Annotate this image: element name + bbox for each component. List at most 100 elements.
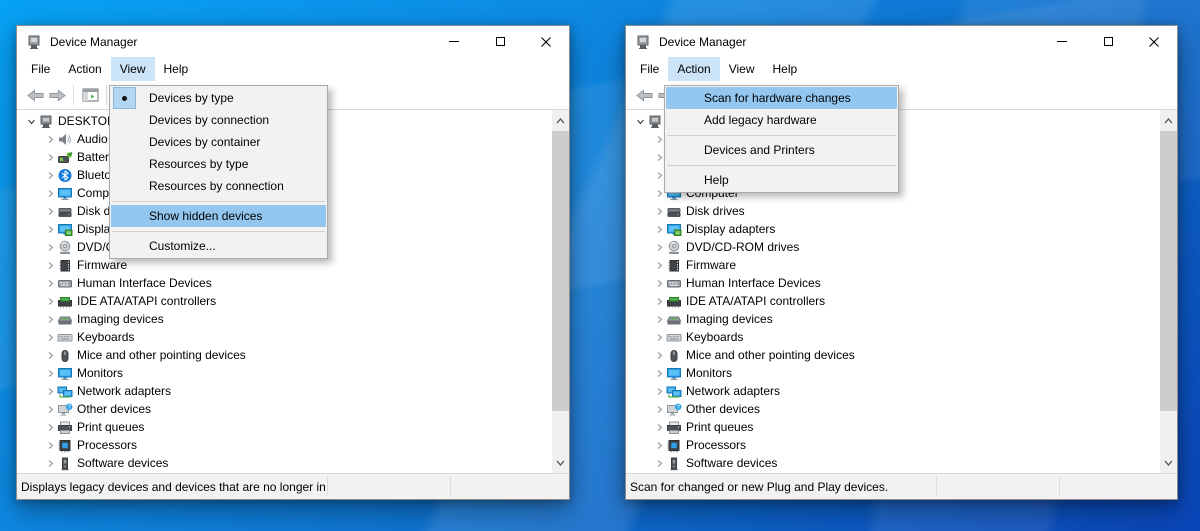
menu-item-scan-for-hardware-changes[interactable]: Scan for hardware changes: [666, 87, 897, 109]
tree-item-network-adapters[interactable]: Network adapters: [626, 382, 1177, 400]
tree-item-imaging-devices[interactable]: Imaging devices: [626, 310, 1177, 328]
tree-item-other-devices[interactable]: ?Other devices: [626, 400, 1177, 418]
vertical-scrollbar[interactable]: [1160, 110, 1177, 473]
chevron-right-icon[interactable]: [44, 367, 56, 379]
chevron-right-icon[interactable]: [653, 295, 665, 307]
chevron-right-icon[interactable]: [44, 259, 56, 271]
tree-item-monitors[interactable]: Monitors: [17, 364, 569, 382]
chevron-right-icon[interactable]: [653, 439, 665, 451]
menu-item-devices-and-printers[interactable]: Devices and Printers: [666, 139, 897, 161]
scroll-down-button[interactable]: [1160, 454, 1177, 471]
titlebar[interactable]: Device Manager: [17, 26, 569, 57]
chevron-right-icon[interactable]: [44, 295, 56, 307]
minimize-button[interactable]: [431, 26, 477, 57]
menu-item-customize[interactable]: Customize...: [111, 235, 326, 257]
menu-item-resources-by-connection[interactable]: Resources by connection: [111, 175, 326, 197]
tree-item-keyboards[interactable]: Keyboards: [17, 328, 569, 346]
menu-file[interactable]: File: [22, 57, 59, 81]
chevron-right-icon[interactable]: [44, 349, 56, 361]
tree-item-imaging-devices[interactable]: Imaging devices: [17, 310, 569, 328]
chevron-right-icon[interactable]: [653, 331, 665, 343]
chevron-down-icon[interactable]: [25, 115, 37, 127]
tree-item-software-devices[interactable]: Software devices: [17, 454, 569, 472]
chevron-right-icon[interactable]: [44, 187, 56, 199]
chevron-right-icon[interactable]: [653, 205, 665, 217]
tree-item-mice-and-other-pointing-devices[interactable]: Mice and other pointing devices: [626, 346, 1177, 364]
chevron-right-icon[interactable]: [44, 169, 56, 181]
close-button[interactable]: [1131, 26, 1177, 57]
chevron-right-icon[interactable]: [653, 241, 665, 253]
tree-item-dvd-cd-rom-drives[interactable]: DVD/CD-ROM drives: [626, 238, 1177, 256]
chevron-right-icon[interactable]: [44, 331, 56, 343]
chevron-right-icon[interactable]: [44, 421, 56, 433]
menu-item-show-hidden-devices[interactable]: Show hidden devices: [111, 205, 326, 227]
scrollbar-thumb[interactable]: [1160, 131, 1177, 411]
menu-item-devices-by-connection[interactable]: Devices by connection: [111, 109, 326, 131]
back-button[interactable]: [633, 84, 655, 106]
chevron-right-icon[interactable]: [44, 241, 56, 253]
minimize-button[interactable]: [1039, 26, 1085, 57]
menu-action[interactable]: Action: [668, 57, 719, 81]
scroll-up-button[interactable]: [552, 112, 569, 129]
tree-item-ide-ata-atapi-controllers[interactable]: IDE ATA/ATAPI controllers: [626, 292, 1177, 310]
chevron-right-icon[interactable]: [44, 457, 56, 469]
tree-item-display-adapters[interactable]: Display adapters: [626, 220, 1177, 238]
tree-item-other-devices[interactable]: ?Other devices: [17, 400, 569, 418]
chevron-right-icon[interactable]: [44, 403, 56, 415]
chevron-right-icon[interactable]: [653, 457, 665, 469]
menu-action[interactable]: Action: [59, 57, 110, 81]
tree-item-human-interface-devices[interactable]: Human Interface Devices: [17, 274, 569, 292]
menu-item-devices-by-type[interactable]: Devices by type: [111, 87, 326, 109]
tree-item-network-adapters[interactable]: Network adapters: [17, 382, 569, 400]
scrollbar-thumb[interactable]: [552, 131, 569, 411]
chevron-right-icon[interactable]: [44, 385, 56, 397]
chevron-right-icon[interactable]: [653, 421, 665, 433]
tree-item-software-devices[interactable]: Software devices: [626, 454, 1177, 472]
forward-button[interactable]: [46, 84, 68, 106]
tree-item-human-interface-devices[interactable]: Human Interface Devices: [626, 274, 1177, 292]
tree-item-disk-drives[interactable]: Disk drives: [626, 202, 1177, 220]
menu-item-resources-by-type[interactable]: Resources by type: [111, 153, 326, 175]
tree-item-processors[interactable]: Processors: [626, 436, 1177, 454]
close-button[interactable]: [523, 26, 569, 57]
chevron-down-icon[interactable]: [634, 115, 646, 127]
chevron-right-icon[interactable]: [44, 277, 56, 289]
tree-item-ide-ata-atapi-controllers[interactable]: IDE ATA/ATAPI controllers: [17, 292, 569, 310]
chevron-right-icon[interactable]: [653, 259, 665, 271]
menu-help[interactable]: Help: [764, 57, 807, 81]
chevron-right-icon[interactable]: [44, 205, 56, 217]
vertical-scrollbar[interactable]: [552, 110, 569, 473]
console-window-button[interactable]: [79, 84, 101, 106]
scroll-up-button[interactable]: [1160, 112, 1177, 129]
chevron-right-icon[interactable]: [653, 223, 665, 235]
maximize-button[interactable]: [477, 26, 523, 57]
chevron-right-icon[interactable]: [653, 403, 665, 415]
scroll-down-button[interactable]: [552, 454, 569, 471]
chevron-right-icon[interactable]: [44, 223, 56, 235]
tree-item-print-queues[interactable]: Print queues: [17, 418, 569, 436]
menu-item-devices-by-container[interactable]: Devices by container: [111, 131, 326, 153]
tree-item-mice-and-other-pointing-devices[interactable]: Mice and other pointing devices: [17, 346, 569, 364]
back-button[interactable]: [24, 84, 46, 106]
menu-view[interactable]: View: [111, 57, 155, 81]
menu-file[interactable]: File: [631, 57, 668, 81]
tree-item-keyboards[interactable]: Keyboards: [626, 328, 1177, 346]
chevron-right-icon[interactable]: [44, 439, 56, 451]
chevron-right-icon[interactable]: [44, 313, 56, 325]
chevron-right-icon[interactable]: [653, 385, 665, 397]
tree-item-print-queues[interactable]: Print queues: [626, 418, 1177, 436]
menu-item-help[interactable]: Help: [666, 169, 897, 191]
chevron-right-icon[interactable]: [653, 367, 665, 379]
menu-item-add-legacy-hardware[interactable]: Add legacy hardware: [666, 109, 897, 131]
tree-item-monitors[interactable]: Monitors: [626, 364, 1177, 382]
menu-view[interactable]: View: [720, 57, 764, 81]
menu-help[interactable]: Help: [155, 57, 198, 81]
titlebar[interactable]: Device Manager: [626, 26, 1177, 57]
tree-item-firmware[interactable]: Firmware: [626, 256, 1177, 274]
chevron-right-icon[interactable]: [653, 349, 665, 361]
chevron-right-icon[interactable]: [653, 277, 665, 289]
chevron-right-icon[interactable]: [653, 313, 665, 325]
chevron-right-icon[interactable]: [44, 151, 56, 163]
tree-item-processors[interactable]: Processors: [17, 436, 569, 454]
chevron-right-icon[interactable]: [44, 133, 56, 145]
